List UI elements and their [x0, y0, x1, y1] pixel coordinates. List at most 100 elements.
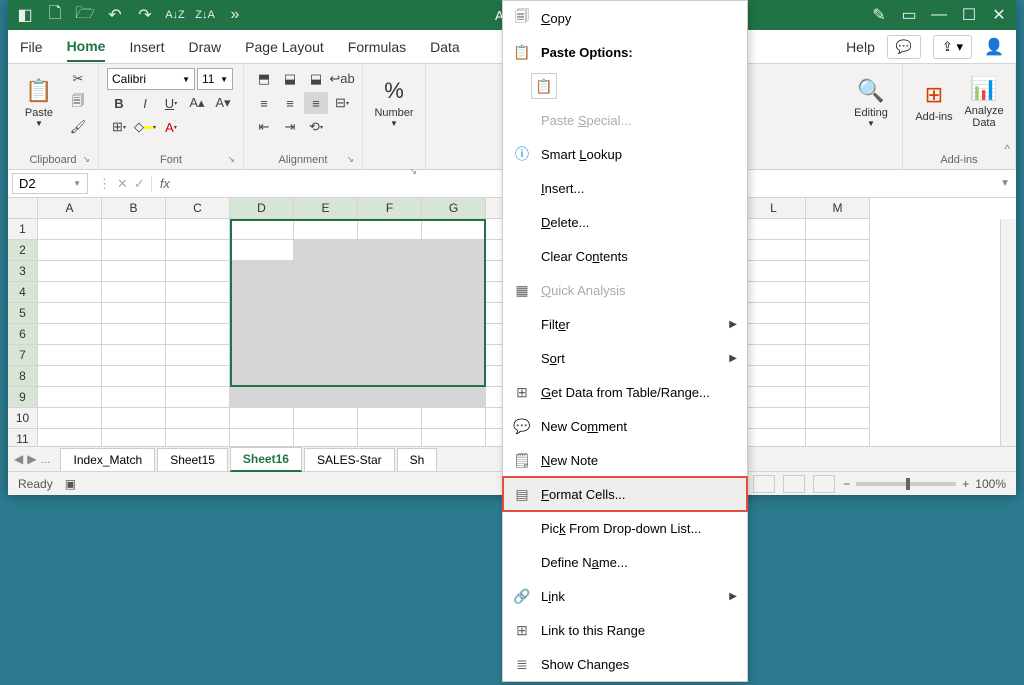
indent-inc-button[interactable]: ⇥: [278, 116, 302, 138]
cell[interactable]: [294, 303, 358, 324]
col-header-M[interactable]: M: [806, 198, 870, 219]
row-header-1[interactable]: 1: [8, 219, 38, 240]
sheet-prev-icon[interactable]: ◀: [14, 452, 23, 466]
align-center-button[interactable]: ≡: [278, 92, 302, 114]
cell[interactable]: [294, 429, 358, 446]
cell[interactable]: [38, 282, 102, 303]
col-header-D[interactable]: D: [230, 198, 294, 219]
sheet-tab-index-match[interactable]: Index_Match: [60, 448, 155, 471]
comments-button[interactable]: 💬: [887, 35, 921, 59]
row-header-5[interactable]: 5: [8, 303, 38, 324]
cell[interactable]: [166, 240, 230, 261]
cell[interactable]: [358, 387, 422, 408]
cell[interactable]: [422, 387, 486, 408]
cell[interactable]: [102, 366, 166, 387]
zoom-slider[interactable]: [856, 482, 956, 486]
ctx-get-data[interactable]: ⊞Get Data from Table/Range...: [503, 375, 747, 409]
copy-button[interactable]: 🗐: [66, 92, 90, 114]
formula-expand-icon[interactable]: ▼: [994, 178, 1016, 189]
cell[interactable]: [742, 429, 806, 446]
cut-button[interactable]: ✂: [66, 68, 90, 90]
cell[interactable]: [742, 324, 806, 345]
sheet-more-icon[interactable]: ...: [40, 452, 50, 466]
ctx-new-comment[interactable]: 💬New Comment: [503, 409, 747, 443]
ctx-insert[interactable]: Insert...: [503, 171, 747, 205]
cell[interactable]: [806, 282, 870, 303]
cell[interactable]: [742, 282, 806, 303]
col-header-G[interactable]: G: [422, 198, 486, 219]
tab-file[interactable]: File: [20, 33, 43, 61]
row-header-2[interactable]: 2: [8, 240, 38, 261]
cell[interactable]: [806, 240, 870, 261]
cell[interactable]: [422, 408, 486, 429]
cell[interactable]: [806, 345, 870, 366]
font-name-select[interactable]: Calibri▼: [107, 68, 195, 90]
cell[interactable]: [102, 387, 166, 408]
cell[interactable]: [38, 324, 102, 345]
wrap-text-button[interactable]: ↩ab: [330, 68, 354, 90]
cell[interactable]: [102, 240, 166, 261]
cell[interactable]: [294, 324, 358, 345]
page-break-view-button[interactable]: [813, 475, 835, 493]
cell[interactable]: [38, 261, 102, 282]
spotlight-icon[interactable]: ✎: [868, 4, 890, 26]
row-header-9[interactable]: 9: [8, 387, 38, 408]
cell[interactable]: [358, 429, 422, 446]
font-color-button[interactable]: A▾: [159, 116, 183, 138]
cell[interactable]: [742, 240, 806, 261]
row-header-8[interactable]: 8: [8, 366, 38, 387]
sort-desc-icon[interactable]: Z↓A: [194, 4, 216, 26]
merge-button[interactable]: ⊟▾: [330, 92, 354, 114]
redo-icon[interactable]: ↷: [134, 4, 156, 26]
cell[interactable]: [294, 261, 358, 282]
ctx-sort[interactable]: Sort▶: [503, 341, 747, 375]
cell[interactable]: [230, 387, 294, 408]
sort-asc-icon[interactable]: A↓Z: [164, 4, 186, 26]
cell[interactable]: [742, 219, 806, 240]
orientation-button[interactable]: ⟲▾: [304, 116, 328, 138]
share-button[interactable]: ⇪ ▾: [933, 35, 972, 59]
cell[interactable]: [166, 387, 230, 408]
cell[interactable]: [806, 219, 870, 240]
grow-font-button[interactable]: A▴: [185, 92, 209, 114]
col-header-L[interactable]: L: [742, 198, 806, 219]
row-header-7[interactable]: 7: [8, 345, 38, 366]
number-format-button[interactable]: % Number ▼: [371, 68, 417, 134]
ctx-pick-list[interactable]: Pick From Drop-down List...: [503, 511, 747, 545]
cell[interactable]: [358, 345, 422, 366]
cell[interactable]: [358, 324, 422, 345]
cell[interactable]: [294, 240, 358, 261]
col-header-B[interactable]: B: [102, 198, 166, 219]
cell[interactable]: [358, 408, 422, 429]
cell[interactable]: [422, 303, 486, 324]
sheet-tab-sh[interactable]: Sh: [397, 448, 438, 471]
cell[interactable]: [742, 261, 806, 282]
cell[interactable]: [806, 429, 870, 446]
normal-view-button[interactable]: [753, 475, 775, 493]
cell[interactable]: [38, 345, 102, 366]
tab-insert[interactable]: Insert: [129, 33, 164, 61]
account-icon[interactable]: 👤: [984, 37, 1004, 57]
cell[interactable]: [806, 324, 870, 345]
cell[interactable]: [38, 429, 102, 446]
paste-button[interactable]: 📋 Paste ▼: [16, 68, 62, 134]
cell[interactable]: [422, 429, 486, 446]
cell[interactable]: [38, 408, 102, 429]
cell[interactable]: [38, 387, 102, 408]
save-icon[interactable]: 🗋: [44, 4, 66, 26]
ctx-delete[interactable]: Delete...: [503, 205, 747, 239]
cell[interactable]: [38, 219, 102, 240]
col-header-C[interactable]: C: [166, 198, 230, 219]
zoom-in-button[interactable]: +: [962, 477, 969, 491]
autosave-icon[interactable]: ◧: [14, 4, 36, 26]
sheet-tab-sheet15[interactable]: Sheet15: [157, 448, 228, 471]
cancel-icon[interactable]: ✕: [117, 176, 128, 192]
fill-color-button[interactable]: ◇▾: [133, 116, 157, 138]
cell[interactable]: [166, 303, 230, 324]
cell[interactable]: [38, 240, 102, 261]
cell[interactable]: [806, 303, 870, 324]
cell[interactable]: [230, 303, 294, 324]
cell[interactable]: [294, 219, 358, 240]
cell[interactable]: [422, 345, 486, 366]
cell[interactable]: [38, 303, 102, 324]
